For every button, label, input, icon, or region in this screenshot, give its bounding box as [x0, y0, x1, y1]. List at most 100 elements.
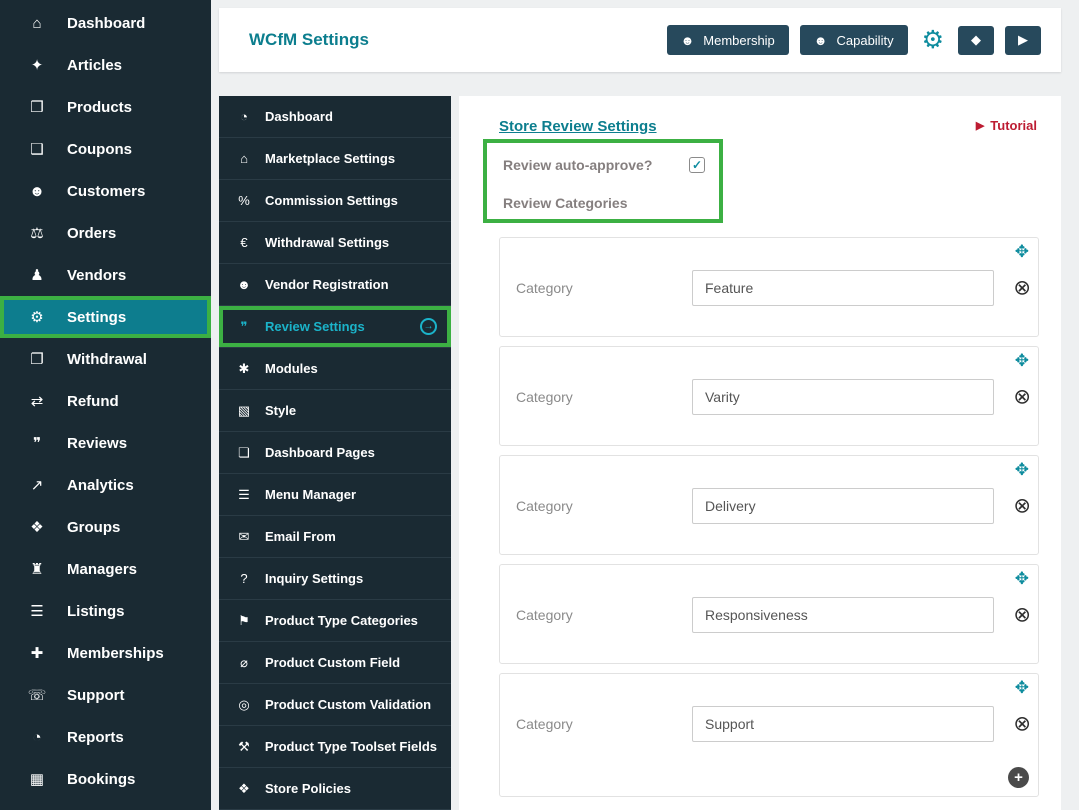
settings-menu-item-marketplace-settings[interactable]: ⌂ Marketplace Settings — [219, 138, 451, 180]
sidebar-item-label: Withdrawal — [67, 350, 147, 368]
move-arrows-icon[interactable]: ✥ — [1015, 461, 1029, 478]
settings-menu-item-product-type-categories[interactable]: ⚑ Product Type Categories — [219, 600, 451, 642]
category-input[interactable] — [692, 270, 994, 306]
settings-menu-item-product-custom-field[interactable]: ⌀ Product Custom Field — [219, 642, 451, 684]
settings-menu-item-menu-manager[interactable]: ☰ Menu Manager — [219, 474, 451, 516]
sidebar-item-settings[interactable]: ⚙ Settings — [0, 296, 211, 338]
tag-icon: ⚑ — [238, 612, 250, 628]
settings-menu-item-withdrawal-settings[interactable]: € Withdrawal Settings — [219, 222, 451, 264]
settings-menu-item-review-settings[interactable]: ❞ Review Settings → — [219, 306, 451, 348]
sidebar-item-label: Groups — [67, 518, 121, 536]
sidebar-item-reviews[interactable]: ❞ Reviews — [0, 422, 211, 464]
category-row: Category — [500, 674, 1038, 774]
category-input[interactable] — [692, 706, 994, 742]
user-circle-icon: ☻ — [29, 182, 45, 200]
add-category-button[interactable]: + — [1008, 767, 1029, 788]
sidebar-item-support[interactable]: ☏ Support — [0, 674, 211, 716]
question-icon: ? — [240, 571, 248, 586]
category-input[interactable] — [692, 379, 994, 415]
sidebar-item-orders[interactable]: ⚖ Orders — [0, 212, 211, 254]
wrench-icon: ⚒ — [238, 738, 250, 754]
remove-circle-icon[interactable]: ⊗ — [1013, 714, 1031, 735]
video-tutorial-button[interactable]: ▶ — [1005, 25, 1041, 55]
sidebar-item-bookings[interactable]: ▦ Bookings — [0, 758, 211, 800]
review-settings-highlight-box: Review auto-approve? ✓ Review Categories — [483, 139, 723, 223]
store-review-settings-panel: Store Review Settings ▶ Tutorial Review … — [459, 96, 1061, 810]
menu-item-label: Inquiry Settings — [265, 571, 364, 586]
menu-item-label: Product Type Categories — [265, 613, 418, 628]
sidebar-item-reports[interactable]: ◔ Reports — [0, 716, 211, 758]
settings-menu-item-dashboard[interactable]: ◔ Dashboard — [219, 96, 451, 138]
sidebar-item-withdrawal[interactable]: ❐ Withdrawal — [0, 338, 211, 380]
support-icon: ☏ — [27, 687, 47, 704]
sidebar-item-dashboard[interactable]: ⌂ Dashboard — [0, 2, 211, 44]
category-row: Category — [500, 456, 1038, 556]
remove-circle-icon[interactable]: ⊗ — [1013, 496, 1031, 517]
sidebar-item-articles[interactable]: ✦ Articles — [0, 44, 211, 86]
settings-menu-item-product-custom-validation[interactable]: ◎ Product Custom Validation — [219, 684, 451, 726]
move-arrows-icon[interactable]: ✥ — [1015, 679, 1029, 696]
category-field-label: Category — [516, 716, 573, 732]
remove-circle-icon[interactable]: ⊗ — [1013, 278, 1031, 299]
sidebar-item-products[interactable]: ❒ Products — [0, 86, 211, 128]
settings-menu-item-vendor-registration[interactable]: ☻ Vendor Registration — [219, 264, 451, 306]
settings-menu-item-style[interactable]: ▧ Style — [219, 390, 451, 432]
euro-icon: € — [240, 235, 248, 250]
move-arrows-icon[interactable]: ✥ — [1015, 243, 1029, 260]
membership-button[interactable]: ☻ Membership — [666, 25, 789, 55]
review-auto-approve-checkbox[interactable]: ✓ — [689, 157, 705, 173]
settings-menu-item-dashboard-pages[interactable]: ❏ Dashboard Pages — [219, 432, 451, 474]
category-list: ✥ Category ⊗ ✥ Category ⊗ — [499, 237, 1039, 797]
manager-icon: ♜ — [30, 561, 44, 578]
pages-icon: ❏ — [238, 444, 250, 460]
list-icon: ☰ — [30, 603, 44, 620]
sidebar-item-listings[interactable]: ☰ Listings — [0, 590, 211, 632]
sidebar-item-label: Vendors — [67, 266, 127, 284]
settings-menu-item-product-type-toolset-fields[interactable]: ⚒ Product Type Toolset Fields — [219, 726, 451, 768]
sidebar-item-vendors[interactable]: ♟ Vendors — [0, 254, 211, 296]
sidebar-item-label: Memberships — [67, 644, 164, 662]
policies-icon: ❖ — [238, 780, 250, 796]
sidebar-item-label: Analytics — [67, 476, 134, 494]
sidebar-item-customers[interactable]: ☻ Customers — [0, 170, 211, 212]
exchange-icon: ⇄ — [30, 393, 44, 410]
tutorial-link[interactable]: ▶ Tutorial — [976, 118, 1037, 133]
sidebar-item-refund[interactable]: ⇄ Refund — [0, 380, 211, 422]
sidebar-item-memberships[interactable]: ✚ Memberships — [0, 632, 211, 674]
category-input[interactable] — [692, 597, 994, 633]
category-field-label: Category — [516, 498, 573, 514]
user-plus-icon: ☻ — [680, 32, 695, 48]
menu-item-label: Style — [265, 403, 297, 418]
sidebar-item-label: Articles — [67, 56, 123, 74]
sidebar-item-analytics[interactable]: ↗ Analytics — [0, 464, 211, 506]
sidebar-item-label: Products — [67, 98, 133, 116]
settings-menu-item-email-from[interactable]: ✉ Email From — [219, 516, 451, 558]
section-title: Store Review Settings — [499, 118, 657, 135]
sidebar-item-managers[interactable]: ♜ Managers — [0, 548, 211, 590]
category-card: ✥ Category ⊗ — [499, 564, 1039, 664]
gift-icon: ❑ — [30, 141, 44, 158]
move-arrows-icon[interactable]: ✥ — [1015, 570, 1029, 587]
page-header: WCfM Settings ☻ Membership ☻ Capability … — [219, 8, 1061, 72]
category-row: Category — [500, 347, 1038, 447]
settings-menu-item-modules[interactable]: ✱ Modules — [219, 348, 451, 390]
move-arrows-icon[interactable]: ✥ — [1015, 352, 1029, 369]
sidebar-item-label: Refund — [67, 392, 119, 410]
category-input[interactable] — [692, 488, 994, 524]
settings-menu-item-commission-settings[interactable]: % Commission Settings — [219, 180, 451, 222]
sidebar-item-label: Customers — [67, 182, 146, 200]
category-field-label: Category — [516, 607, 573, 623]
capability-button[interactable]: ☻ Capability — [799, 25, 908, 55]
envelope-icon: ✉ — [238, 528, 250, 544]
settings-menu-item-store-policies[interactable]: ❖ Store Policies — [219, 768, 451, 810]
knowledgebase-button[interactable]: ◆ — [958, 25, 994, 55]
pie-chart-icon: ◔ — [32, 728, 42, 746]
sidebar-item-groups[interactable]: ❖ Groups — [0, 506, 211, 548]
remove-circle-icon[interactable]: ⊗ — [1013, 605, 1031, 626]
settings-menu-item-inquiry-settings[interactable]: ? Inquiry Settings — [219, 558, 451, 600]
remove-circle-icon[interactable]: ⊗ — [1013, 387, 1031, 408]
category-card: ✥ Category ⊗ + — [499, 673, 1039, 797]
gear-icon[interactable]: ⚙ — [922, 27, 944, 53]
sidebar-item-coupons[interactable]: ❑ Coupons — [0, 128, 211, 170]
graduation-cap-icon: ◆ — [971, 32, 981, 47]
